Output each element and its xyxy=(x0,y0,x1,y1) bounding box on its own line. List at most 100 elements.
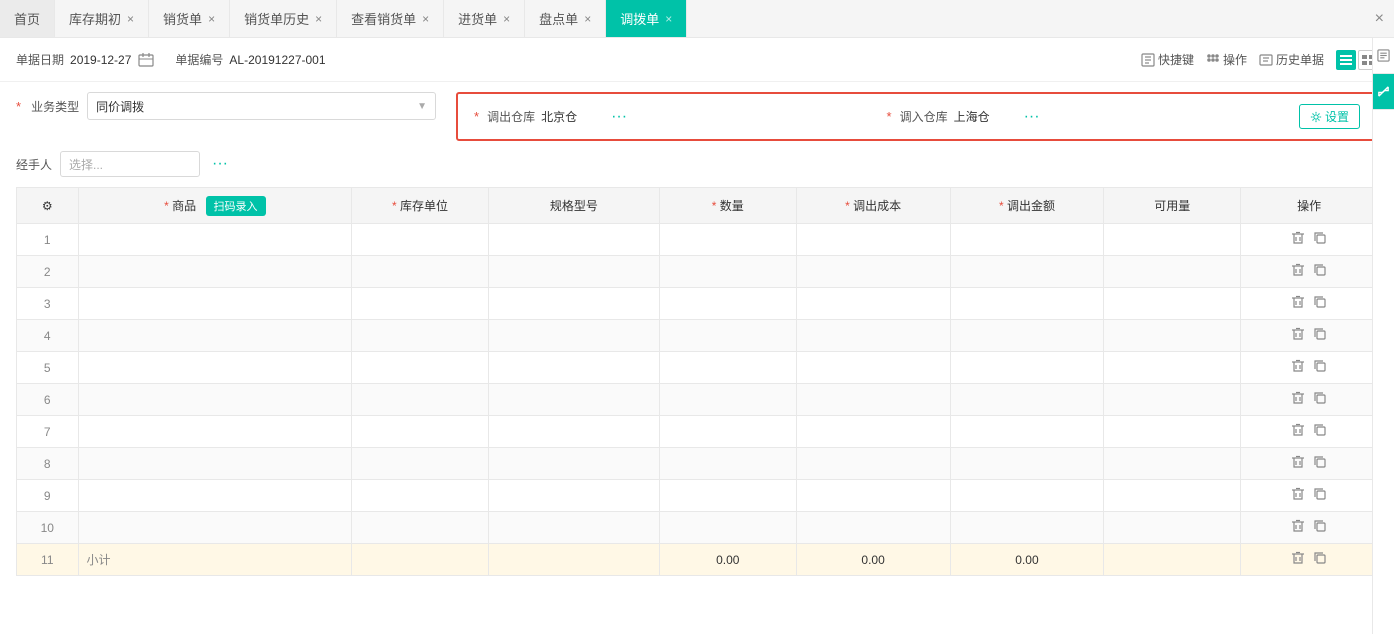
tab-view-sales-close[interactable]: × xyxy=(422,12,429,26)
table-row: 8 xyxy=(17,448,1378,480)
cost-cell xyxy=(796,480,950,512)
operation-label: 操作 xyxy=(1223,51,1247,68)
calendar-icon[interactable] xyxy=(137,51,155,69)
product-cell[interactable] xyxy=(78,384,352,416)
tab-transfer[interactable]: 调拨单 × xyxy=(606,0,687,38)
form-left: * 业务类型 同价调拨 ▼ xyxy=(16,92,436,120)
copy-icon[interactable] xyxy=(1313,231,1327,248)
product-cell[interactable] xyxy=(78,256,352,288)
copy-icon[interactable] xyxy=(1313,391,1327,408)
spec-cell xyxy=(488,448,659,480)
tab-transfer-close[interactable]: × xyxy=(665,12,672,26)
copy-icon[interactable] xyxy=(1313,455,1327,472)
delete-icon[interactable] xyxy=(1291,295,1305,312)
scan-barcode-button[interactable]: 扫码录入 xyxy=(206,196,266,216)
copy-icon[interactable] xyxy=(1313,423,1327,440)
delete-icon[interactable] xyxy=(1291,519,1305,536)
avail-cell xyxy=(1104,320,1241,352)
shortcut-button[interactable]: 快捷键 xyxy=(1141,51,1194,68)
product-cell[interactable] xyxy=(78,480,352,512)
copy-icon[interactable] xyxy=(1313,519,1327,536)
row-number: 3 xyxy=(17,288,79,320)
tab-stocktake[interactable]: 盘点单 × xyxy=(525,0,606,38)
unit-column-header: * 库存单位 xyxy=(352,188,489,224)
sidebar-notes-icon[interactable] xyxy=(1373,38,1394,74)
amount-cell xyxy=(950,256,1104,288)
tab-inventory-init[interactable]: 库存期初 × xyxy=(55,0,149,38)
action-icons xyxy=(1249,455,1369,472)
business-type-select[interactable]: 同价调拨 ▼ xyxy=(87,92,436,120)
delete-icon[interactable] xyxy=(1291,455,1305,472)
tab-stocktake-label: 盘点单 xyxy=(539,9,578,28)
delete-icon[interactable] xyxy=(1291,231,1305,248)
history-label: 历史单据 xyxy=(1276,51,1324,68)
tab-home[interactable]: 首页 xyxy=(0,0,55,38)
avail-cell xyxy=(1104,512,1241,544)
cost-cell xyxy=(796,256,950,288)
delete-icon[interactable] xyxy=(1291,487,1305,504)
in-warehouse-more-btn[interactable]: ··· xyxy=(1024,108,1040,126)
person-row: 经手人 选择... ··· xyxy=(0,151,1394,187)
person-more-btn[interactable]: ··· xyxy=(212,155,228,173)
product-cell[interactable] xyxy=(78,416,352,448)
settings-button[interactable]: 设置 xyxy=(1299,104,1360,129)
table-row: 11 小计 0.00 0.00 0.00 xyxy=(17,544,1378,576)
form-section: * 业务类型 同价调拨 ▼ * 调出仓库 北京仓 ··· * 调入仓库 上海仓 … xyxy=(0,82,1394,151)
delete-icon[interactable] xyxy=(1291,391,1305,408)
tab-sales-order-close[interactable]: × xyxy=(208,12,215,26)
product-cell[interactable] xyxy=(78,288,352,320)
operation-button[interactable]: 操作 xyxy=(1206,51,1247,68)
copy-icon[interactable] xyxy=(1313,551,1327,568)
amount-cell xyxy=(950,288,1104,320)
delete-icon[interactable] xyxy=(1291,551,1305,568)
tab-purchase-order[interactable]: 进货单 × xyxy=(444,0,525,38)
business-type-value: 同价调拨 xyxy=(96,98,417,115)
delete-icon[interactable] xyxy=(1291,327,1305,344)
delete-icon[interactable] xyxy=(1291,423,1305,440)
copy-icon[interactable] xyxy=(1313,263,1327,280)
tab-sales-order[interactable]: 销货单 × xyxy=(149,0,230,38)
unit-cell xyxy=(352,224,489,256)
gear-column-header[interactable]: ⚙ xyxy=(17,188,79,224)
spec-cell xyxy=(488,224,659,256)
copy-icon[interactable] xyxy=(1313,327,1327,344)
tab-inventory-init-label: 库存期初 xyxy=(69,9,121,28)
person-select[interactable]: 选择... xyxy=(60,151,200,177)
product-cell[interactable] xyxy=(78,448,352,480)
in-warehouse-group: * 调入仓库 上海仓 ··· xyxy=(887,108,1280,126)
spec-cell xyxy=(488,480,659,512)
sidebar-expand-icon[interactable] xyxy=(1373,74,1394,110)
tab-purchase-order-close[interactable]: × xyxy=(503,12,510,26)
product-cell[interactable] xyxy=(78,224,352,256)
tab-inventory-init-close[interactable]: × xyxy=(127,12,134,26)
copy-icon[interactable] xyxy=(1313,359,1327,376)
product-cell[interactable] xyxy=(78,512,352,544)
copy-icon[interactable] xyxy=(1313,295,1327,312)
table-row: 4 xyxy=(17,320,1378,352)
toolbar-right: 快捷键 操作 历史单据 xyxy=(1141,50,1378,70)
product-cell[interactable] xyxy=(78,352,352,384)
copy-icon[interactable] xyxy=(1313,487,1327,504)
delete-icon[interactable] xyxy=(1291,263,1305,280)
unit-cell xyxy=(352,448,489,480)
subtotal-label: 小计 xyxy=(78,544,352,576)
tab-stocktake-close[interactable]: × xyxy=(584,12,591,26)
window-close-button[interactable]: × xyxy=(1365,0,1394,38)
avail-column-header: 可用量 xyxy=(1104,188,1241,224)
history-button[interactable]: 历史单据 xyxy=(1259,51,1324,68)
tab-view-sales[interactable]: 查看销货单 × xyxy=(337,0,444,38)
action-icons xyxy=(1249,295,1369,312)
product-label: 商品 xyxy=(172,199,196,213)
out-warehouse-more-btn[interactable]: ··· xyxy=(611,108,627,126)
delete-icon[interactable] xyxy=(1291,359,1305,376)
tab-sales-history-close[interactable]: × xyxy=(315,12,322,26)
qty-cell xyxy=(659,224,796,256)
list-view-btn[interactable] xyxy=(1336,50,1356,70)
tab-sales-history[interactable]: 销货单历史 × xyxy=(230,0,337,38)
doc-no-label: 单据编号 xyxy=(175,51,223,68)
avail-cell xyxy=(1104,448,1241,480)
qty-cell xyxy=(659,448,796,480)
product-cell[interactable] xyxy=(78,320,352,352)
row-number: 8 xyxy=(17,448,79,480)
action-icons xyxy=(1249,327,1369,344)
